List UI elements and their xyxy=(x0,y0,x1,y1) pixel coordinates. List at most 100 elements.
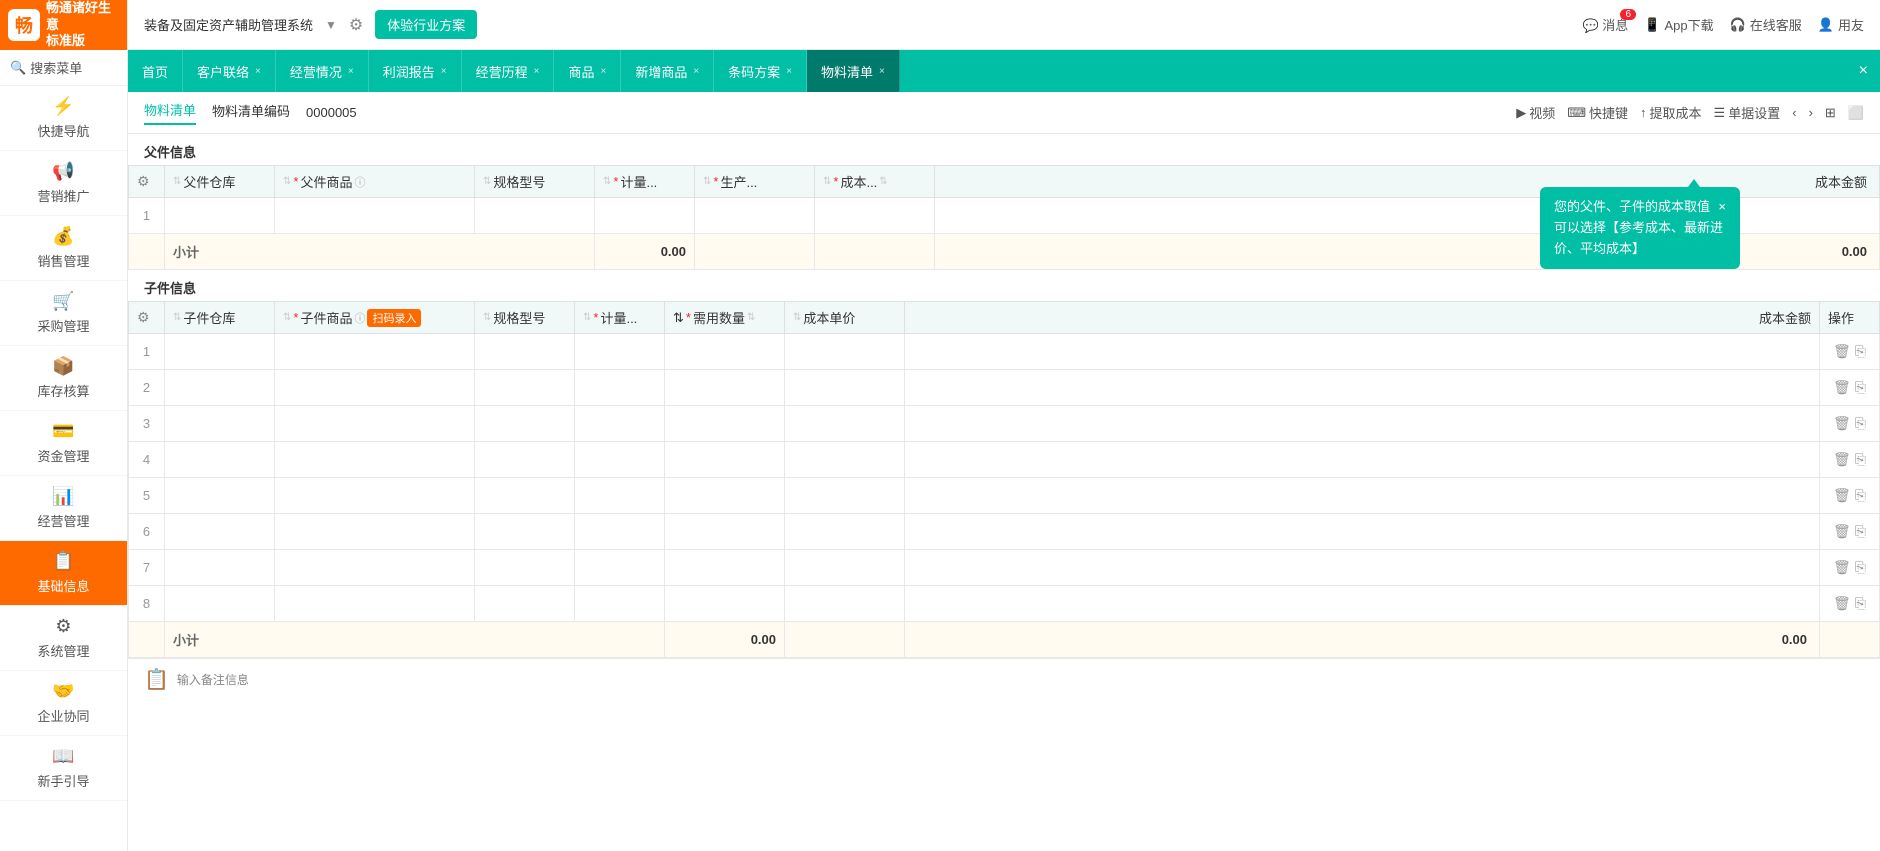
shortcut-button[interactable]: ⌨ 快捷键 xyxy=(1567,103,1628,122)
child-warehouse-cell[interactable] xyxy=(165,370,275,406)
tab-profit[interactable]: 利润报告 × xyxy=(369,50,462,92)
delete-icon[interactable]: 🗑 xyxy=(1833,523,1851,540)
sidebar-item-inventory[interactable]: 📦 库存核算 xyxy=(0,346,127,411)
close-icon[interactable]: × xyxy=(534,66,540,77)
child-warehouse-cell[interactable] xyxy=(165,334,275,370)
child-goods-cell[interactable] xyxy=(275,514,475,550)
close-icon[interactable]: × xyxy=(255,66,261,77)
parent-goods-cell[interactable] xyxy=(275,198,475,234)
child-goods-cell[interactable] xyxy=(275,370,475,406)
child-goods-cell[interactable] xyxy=(275,442,475,478)
tab-home[interactable]: 首页 xyxy=(128,50,183,92)
sidebar-search[interactable]: 🔍 搜索菜单 xyxy=(0,50,127,86)
child-unit-cell[interactable] xyxy=(575,406,665,442)
tab-customer[interactable]: 客户联络 × xyxy=(183,50,276,92)
delete-icon[interactable]: 🗑 xyxy=(1833,415,1851,432)
nav-close-button[interactable]: × xyxy=(1847,62,1880,80)
try-button[interactable]: 体验行业方案 xyxy=(375,10,477,39)
expand-button[interactable]: ⬜ xyxy=(1848,105,1864,121)
parent-cost-cell[interactable] xyxy=(815,198,935,234)
child-col-settings[interactable]: ⚙ xyxy=(129,302,165,334)
child-cost-price-cell[interactable] xyxy=(785,370,905,406)
service-button[interactable]: 🎧 在线客服 xyxy=(1730,15,1802,34)
message-button[interactable]: 💬 6 消息 xyxy=(1582,15,1628,34)
extract-cost-button[interactable]: ↑ 提取成本 xyxy=(1640,103,1702,122)
gear-icon[interactable]: ⚙ xyxy=(349,15,363,35)
child-goods-cell[interactable] xyxy=(275,550,475,586)
sidebar-item-system[interactable]: ⚙ 系统管理 xyxy=(0,606,127,671)
child-goods-cell[interactable] xyxy=(275,334,475,370)
parent-unit-cell[interactable] xyxy=(595,198,695,234)
copy-icon[interactable]: ⎘ xyxy=(1855,595,1866,612)
child-qty-cell[interactable] xyxy=(665,514,785,550)
parent-production-cell[interactable] xyxy=(695,198,815,234)
child-warehouse-cell[interactable] xyxy=(165,586,275,622)
tab-bom[interactable]: 物料清单 × xyxy=(807,50,900,92)
child-spec-cell[interactable] xyxy=(475,550,575,586)
app-download-button[interactable]: 📱 App下载 xyxy=(1644,15,1713,34)
page-tab-bom[interactable]: 物料清单 xyxy=(144,100,196,125)
child-unit-cell[interactable] xyxy=(575,550,665,586)
close-icon[interactable]: × xyxy=(348,66,354,77)
tab-new-goods[interactable]: 新增商品 × xyxy=(621,50,714,92)
settings-icon[interactable]: ⚙ xyxy=(137,309,150,325)
child-cost-price-cell[interactable] xyxy=(785,334,905,370)
parent-warehouse-cell[interactable] xyxy=(165,198,275,234)
close-icon[interactable]: × xyxy=(693,66,699,77)
child-qty-cell[interactable] xyxy=(665,586,785,622)
child-cost-price-cell[interactable] xyxy=(785,514,905,550)
tab-barcode[interactable]: 条码方案 × xyxy=(714,50,807,92)
copy-icon[interactable]: ⎘ xyxy=(1855,379,1866,396)
copy-icon[interactable]: ⎘ xyxy=(1855,415,1866,432)
user-button[interactable]: 👤 用友 xyxy=(1818,15,1864,34)
child-goods-cell[interactable] xyxy=(275,478,475,514)
child-unit-cell[interactable] xyxy=(575,442,665,478)
copy-icon[interactable]: ⎘ xyxy=(1855,523,1866,540)
copy-icon[interactable]: ⎘ xyxy=(1855,559,1866,576)
child-warehouse-cell[interactable] xyxy=(165,550,275,586)
child-qty-cell[interactable] xyxy=(665,478,785,514)
copy-icon[interactable]: ⎘ xyxy=(1855,451,1866,468)
child-cost-price-cell[interactable] xyxy=(785,406,905,442)
child-unit-cell[interactable] xyxy=(575,370,665,406)
child-qty-cell[interactable] xyxy=(665,442,785,478)
child-spec-cell[interactable] xyxy=(475,406,575,442)
delete-icon[interactable]: 🗑 xyxy=(1833,559,1851,576)
tab-goods[interactable]: 商品 × xyxy=(554,50,621,92)
system-dropdown[interactable]: ▼ xyxy=(325,18,337,32)
child-unit-cell[interactable] xyxy=(575,586,665,622)
sidebar-item-guide[interactable]: 📖 新手引导 xyxy=(0,736,127,801)
child-cost-price-cell[interactable] xyxy=(785,550,905,586)
sidebar-item-purchase[interactable]: 🛒 采购管理 xyxy=(0,281,127,346)
child-qty-cell[interactable] xyxy=(665,406,785,442)
child-warehouse-cell[interactable] xyxy=(165,442,275,478)
child-goods-cell[interactable] xyxy=(275,586,475,622)
child-cost-price-cell[interactable] xyxy=(785,478,905,514)
child-warehouse-cell[interactable] xyxy=(165,406,275,442)
sidebar-item-basic[interactable]: 📋 基础信息 xyxy=(0,541,127,606)
sidebar-item-cooperation[interactable]: 🤝 企业协同 xyxy=(0,671,127,736)
sidebar-item-operation[interactable]: 📊 经营管理 xyxy=(0,476,127,541)
delete-icon[interactable]: 🗑 xyxy=(1833,595,1851,612)
single-settings-button[interactable]: ☰ 单据设置 xyxy=(1714,103,1781,122)
grid-view-button[interactable]: ⊞ xyxy=(1825,105,1836,121)
settings-icon[interactable]: ⚙ xyxy=(137,173,150,189)
child-unit-cell[interactable] xyxy=(575,334,665,370)
note-label[interactable]: 输入备注信息 xyxy=(177,671,249,688)
close-icon[interactable]: × xyxy=(786,66,792,77)
child-spec-cell[interactable] xyxy=(475,442,575,478)
page-tab-code[interactable]: 物料清单编码 xyxy=(212,101,290,124)
child-qty-cell[interactable] xyxy=(665,370,785,406)
child-cost-price-cell[interactable] xyxy=(785,442,905,478)
tooltip-close-button[interactable]: × xyxy=(1718,197,1726,218)
child-goods-cell[interactable] xyxy=(275,406,475,442)
child-unit-cell[interactable] xyxy=(575,478,665,514)
child-spec-cell[interactable] xyxy=(475,370,575,406)
sidebar-item-quicknav[interactable]: ⚡ 快捷导航 xyxy=(0,86,127,151)
delete-icon[interactable]: 🗑 xyxy=(1833,379,1851,396)
sidebar-item-marketing[interactable]: 📢 营销推广 xyxy=(0,151,127,216)
sidebar-item-sales[interactable]: 💰 销售管理 xyxy=(0,216,127,281)
delete-icon[interactable]: 🗑 xyxy=(1833,487,1851,504)
tab-history[interactable]: 经营历程 × xyxy=(462,50,555,92)
delete-icon[interactable]: 🗑 xyxy=(1833,343,1851,360)
